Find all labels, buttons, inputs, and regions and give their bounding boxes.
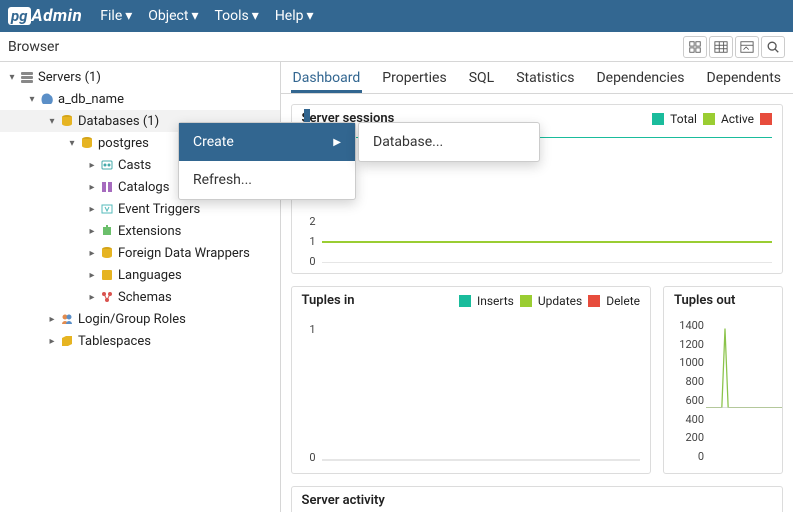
tab-sql[interactable]: SQL [467,63,496,93]
expand-icon: ▸ [86,248,98,259]
chevron-down-icon: ▾ [191,8,198,24]
tree-servers[interactable]: ▾Servers (1) [0,66,280,88]
login-roles-icon [58,312,76,326]
menubar: pg Admin File▾ Object▾ Tools▾ Help▾ [0,0,793,32]
browser-header: Browser [0,32,793,62]
ytick: 0 [300,255,316,268]
expand-icon: ▸ [86,270,98,281]
tablespaces-icon [58,334,76,348]
collapse-icon: ▾ [6,72,18,83]
logo-badge: pg [8,7,31,25]
submenu-arrow-icon: ▶ [333,137,341,148]
ytick: 600 [670,394,704,407]
ytick: 800 [670,375,704,388]
tuples-out-plot [706,319,782,408]
tree-server[interactable]: ▾a_db_name [0,88,280,110]
panel-title: Server activity [302,493,385,508]
legend-total-swatch [652,113,664,125]
ytick: 0 [300,451,316,464]
ytick: 1400 [670,319,704,332]
ctx-refresh[interactable]: Refresh... [179,161,355,199]
tree-login-roles[interactable]: ▸Login/Group Roles [0,308,280,330]
panel-server-activity: Server activity [291,486,783,512]
expand-icon: ▸ [46,336,58,347]
panel-tuples-out: Tuples out 1400 1200 1000 800 600 400 20… [663,286,783,474]
tab-dependents[interactable]: Dependents [705,63,783,93]
expand-icon: ▸ [86,292,98,303]
ctx-create[interactable]: Create ▶ [179,123,355,161]
collapse-icon: ▾ [26,94,38,105]
logo-text: Admin [32,6,83,26]
context-menu: Create ▶ Refresh... [178,122,356,200]
expand-icon: ▸ [86,204,98,215]
legend-updates-swatch [520,295,532,307]
tool-properties-icon[interactable] [683,36,707,58]
chevron-down-icon: ▾ [307,8,314,24]
casts-icon [98,158,116,172]
expand-icon: ▸ [86,182,98,193]
tab-statistics[interactable]: Statistics [514,63,576,93]
elephant-icon [38,92,56,106]
legend-inserts-swatch [459,295,471,307]
ytick: 0 [670,450,704,463]
languages-icon [98,268,116,282]
browser-toolbar [683,36,785,58]
tool-filter-icon[interactable] [735,36,759,58]
tree-fdw[interactable]: ▸Foreign Data Wrappers [0,242,280,264]
panel-tuples-in: Tuples in Inserts Updates Delete 1 0 [291,286,651,474]
ytick: 1200 [670,338,704,351]
tab-dependencies[interactable]: Dependencies [594,63,686,93]
menu-help[interactable]: Help▾ [275,8,314,24]
legend-active-swatch [703,113,715,125]
ytick: 200 [670,431,704,444]
browser-title: Browser [8,39,59,55]
collapse-icon: ▾ [46,116,58,127]
expand-icon: ▸ [86,226,98,237]
database-icon [58,114,76,128]
tree-extensions[interactable]: ▸Extensions [0,220,280,242]
ctx-database[interactable]: Database... [359,123,539,161]
legend-delete-swatch [588,295,600,307]
tab-properties[interactable]: Properties [380,63,448,93]
expand-icon: ▸ [46,314,58,325]
menu-tools[interactable]: Tools▾ [215,8,259,24]
context-submenu: Database... [358,122,540,162]
content-tabs: Dashboard Properties SQL Statistics Depe… [281,62,793,94]
menu-object[interactable]: Object▾ [148,8,198,24]
panel-title: Tuples out [674,293,735,308]
panel-title: Tuples in [302,293,355,308]
legend-red-swatch [760,113,772,125]
tab-dashboard[interactable]: Dashboard [291,63,363,93]
expand-icon: ▸ [86,160,98,171]
extensions-icon [98,224,116,238]
tuples-in-legend: Inserts Updates Delete [459,294,640,308]
tool-search-icon[interactable] [761,36,785,58]
schemas-icon [98,290,116,304]
ytick: 2 [300,215,316,228]
ytick: 1 [300,323,316,336]
ytick: 1000 [670,356,704,369]
chevron-down-icon: ▾ [252,8,259,24]
chevron-down-icon: ▾ [125,8,132,24]
ytick: 1 [300,235,316,248]
server-group-icon [18,70,36,84]
menu-file[interactable]: File▾ [100,8,132,24]
tree-event-triggers[interactable]: ▸Event Triggers [0,198,280,220]
tree-tablespaces[interactable]: ▸Tablespaces [0,330,280,352]
tool-grid-icon[interactable] [709,36,733,58]
event-triggers-icon [98,202,116,216]
fdw-icon [98,246,116,260]
sessions-legend: Total Active [652,112,772,126]
tree-schemas[interactable]: ▸Schemas [0,286,280,308]
tree-languages[interactable]: ▸Languages [0,264,280,286]
database-icon [78,136,96,150]
app-logo: pg Admin [8,6,82,26]
catalogs-icon [98,180,116,194]
ytick: 400 [670,413,704,426]
collapse-icon: ▾ [66,138,78,149]
